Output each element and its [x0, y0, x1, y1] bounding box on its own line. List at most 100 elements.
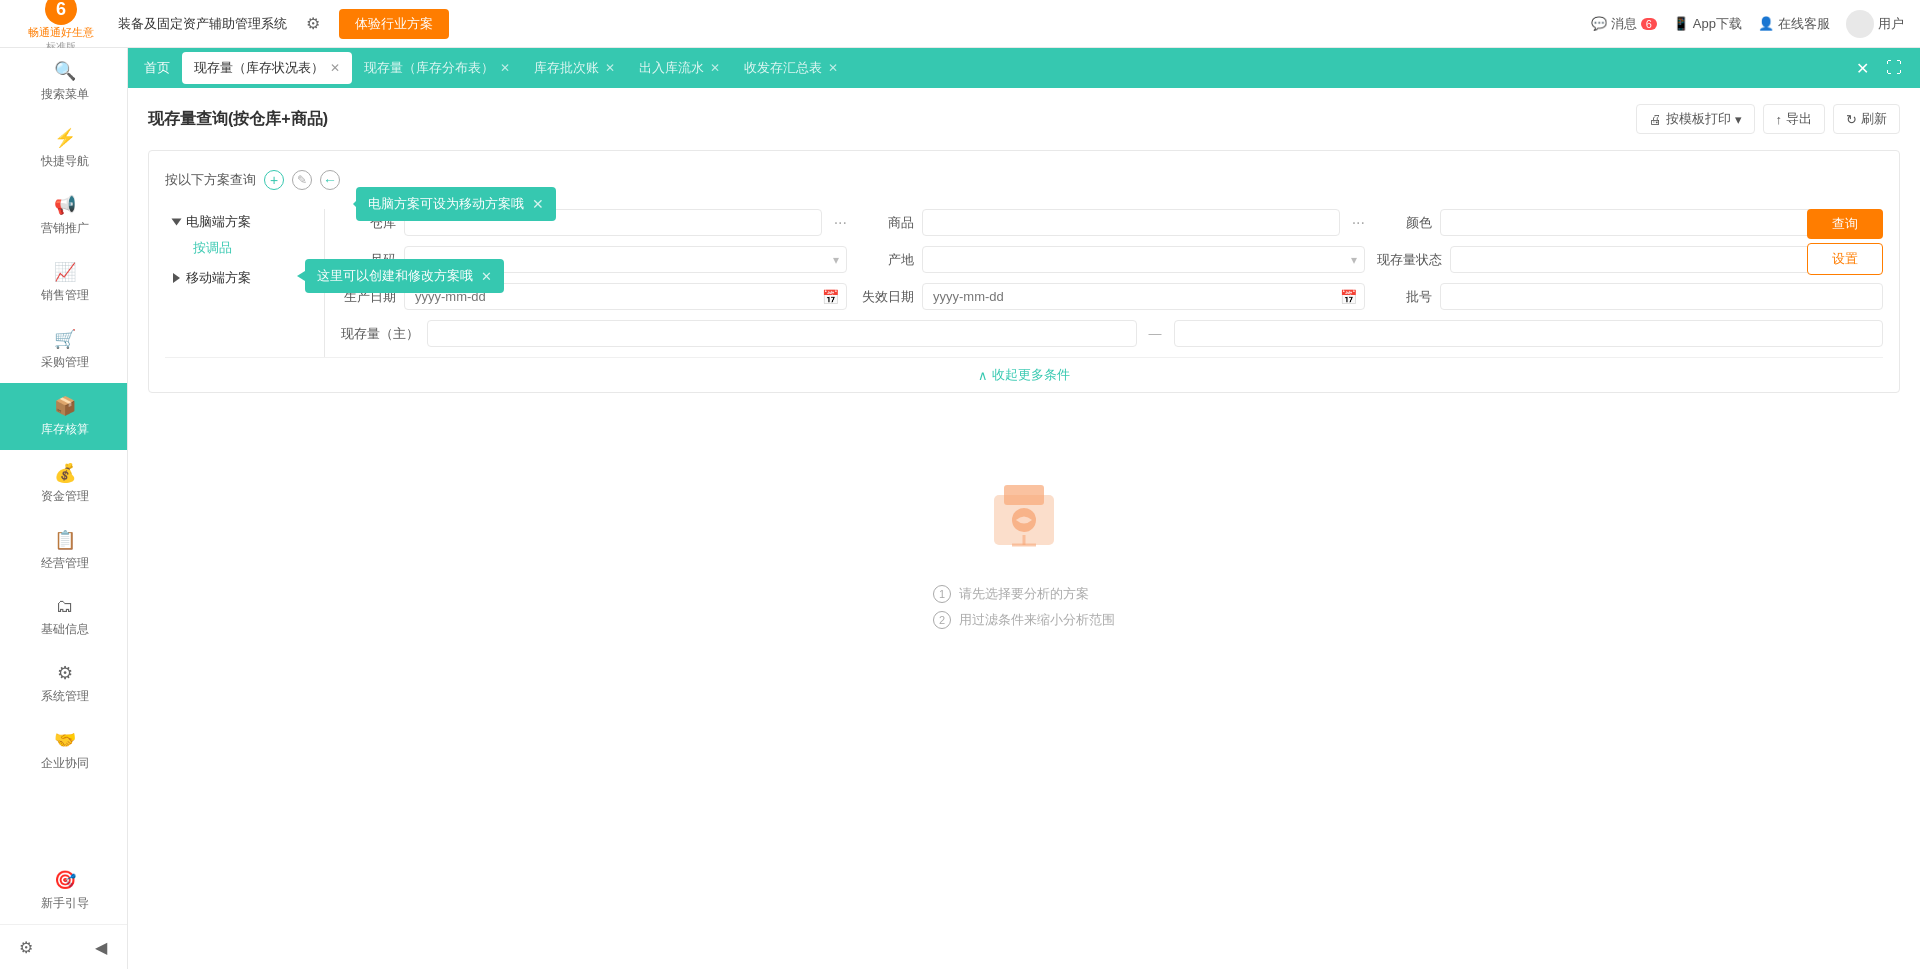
sidebar-item-search-menu[interactable]: 🔍 搜索菜单: [0, 48, 127, 115]
sidebar-label-operations: 经营管理: [41, 555, 89, 572]
reset-button[interactable]: 设置: [1807, 243, 1883, 275]
stock-qty-max-input[interactable]: [1174, 320, 1884, 347]
tab-receipt-summary[interactable]: 收发存汇总表 ✕: [732, 52, 850, 84]
search-button[interactable]: 查询: [1807, 209, 1883, 239]
scheme-popover-2-close[interactable]: ✕: [481, 269, 492, 284]
tab-batch-ledger[interactable]: 库存批次账 ✕: [522, 52, 627, 84]
logo-area: 6 畅通通好生意 标准版: [16, 0, 106, 54]
sidebar-label-sales: 销售管理: [41, 287, 89, 304]
inventory-icon: 📦: [54, 395, 76, 417]
purchase-icon: 🛒: [54, 328, 76, 350]
sidebar-item-system[interactable]: ⚙ 系统管理: [0, 650, 127, 717]
sidebar-label-base-info: 基础信息: [41, 621, 89, 638]
phone-icon: 📱: [1673, 16, 1689, 31]
filter-field-origin: 产地 ▾: [859, 246, 1365, 273]
tab-home[interactable]: 首页: [132, 52, 182, 84]
tab-batch-ledger-label: 库存批次账: [534, 59, 599, 77]
tab-stock-status-close[interactable]: ✕: [330, 61, 340, 75]
filter-add-btn[interactable]: +: [264, 170, 284, 190]
tab-stock-status[interactable]: 现存量（库存状况表） ✕: [182, 52, 352, 84]
goods-label: 商品: [859, 214, 914, 232]
message-btn[interactable]: 💬 消息 6: [1591, 15, 1657, 33]
search-menu-icon: 🔍: [54, 60, 76, 82]
sidebar: 🔍 搜索菜单 ⚡ 快捷导航 📢 营销推广 📈 销售管理 🛒 采购管理 📦: [0, 48, 128, 969]
settings-icon-btn[interactable]: ⚙: [299, 10, 327, 38]
cooperation-icon: 🤝: [54, 729, 76, 751]
sidebar-item-base-info[interactable]: 🗂 基础信息: [0, 584, 127, 650]
sidebar-label-cooperation: 企业协同: [41, 755, 89, 772]
page-title: 现存量查询(按仓库+商品): [148, 109, 328, 130]
template-print-button[interactable]: 🖨 按模板打印 ▾: [1636, 104, 1755, 134]
desktop-group-triangle: [172, 219, 182, 226]
sidebar-item-finance[interactable]: 💰 资金管理: [0, 450, 127, 517]
sidebar-item-cooperation[interactable]: 🤝 企业协同: [0, 717, 127, 784]
filter-arrow-btn[interactable]: ←: [320, 170, 340, 190]
goods-more-icon[interactable]: ···: [1352, 214, 1365, 232]
base-info-icon: 🗂: [56, 596, 74, 617]
sidebar-item-marketing[interactable]: 📢 营销推广: [0, 182, 127, 249]
scheme-popover-1-close[interactable]: ✕: [532, 196, 544, 212]
user-btn[interactable]: 用户: [1846, 10, 1904, 38]
logo-icon: 6: [45, 0, 77, 25]
goods-input[interactable]: [922, 209, 1340, 236]
tab-in-out-flow-label: 出入库流水: [639, 59, 704, 77]
filter-action-buttons: 查询 设置: [1807, 209, 1883, 275]
tab-in-out-flow-close[interactable]: ✕: [710, 61, 720, 75]
stock-qty-min-input[interactable]: [427, 320, 1137, 347]
tab-fullscreen-btn[interactable]: ⛶: [1880, 54, 1908, 82]
scheme-group-mobile-header[interactable]: 移动端方案: [165, 265, 316, 291]
tab-stock-dist[interactable]: 现存量（库存分布表） ✕: [352, 52, 522, 84]
tab-receipt-summary-close[interactable]: ✕: [828, 61, 838, 75]
tab-close-all-btn[interactable]: ✕: [1848, 54, 1876, 82]
template-print-label: 按模板打印: [1666, 110, 1731, 128]
sidebar-item-guide[interactable]: 🎯 新手引导: [0, 857, 127, 924]
operations-icon: 📋: [54, 529, 76, 551]
online-service-label: 在线客服: [1778, 15, 1830, 33]
online-service-btn[interactable]: 👤 在线客服: [1758, 15, 1830, 33]
collapse-btn[interactable]: ∧ 收起更多条件: [165, 357, 1883, 392]
origin-select[interactable]: [922, 246, 1365, 273]
sidebar-item-inventory[interactable]: 📦 库存核算: [0, 383, 127, 450]
sidebar-item-quick-nav[interactable]: ⚡ 快捷导航: [0, 115, 127, 182]
empty-state-icon: [974, 465, 1074, 565]
app-download-btn[interactable]: 📱 App下载: [1673, 15, 1742, 33]
empty-steps-list: 1 请先选择要分析的方案 2 用过滤条件来缩小分析范围: [933, 585, 1115, 637]
sidebar-collapse-btn[interactable]: ◀: [87, 933, 115, 961]
page-title-actions: 🖨 按模板打印 ▾ ↑ 导出 ↻ 刷新: [1636, 104, 1901, 134]
empty-step-2-text: 用过滤条件来缩小分析范围: [959, 611, 1115, 629]
page-content: 现存量查询(按仓库+商品) 🖨 按模板打印 ▾ ↑ 导出 ↻: [128, 88, 1920, 969]
batch-no-input[interactable]: [1440, 283, 1883, 310]
filter-row-4: 现存量（主） —: [341, 320, 1883, 347]
tab-stock-dist-label: 现存量（库存分布表）: [364, 59, 494, 77]
guide-icon: 🎯: [54, 869, 76, 891]
range-dash: —: [1149, 326, 1162, 341]
quick-nav-icon: ⚡: [54, 127, 76, 149]
filter-row-2: 尺码 ▾ 产地: [341, 246, 1883, 273]
scheme-item-by-product[interactable]: 按调品: [165, 235, 316, 261]
sidebar-settings-btn[interactable]: ⚙: [12, 933, 40, 961]
scheme-group-desktop-header[interactable]: 电脑端方案: [165, 209, 316, 235]
filter-edit-btn[interactable]: ✎: [292, 170, 312, 190]
warehouse-more-icon[interactable]: ···: [834, 214, 847, 232]
main-area: 🔍 搜索菜单 ⚡ 快捷导航 📢 营销推广 📈 销售管理 🛒 采购管理 📦: [0, 48, 1920, 969]
sidebar-item-purchase[interactable]: 🛒 采购管理: [0, 316, 127, 383]
mobile-group-triangle: [173, 273, 180, 283]
mobile-group-label: 移动端方案: [186, 269, 251, 287]
page-title-bar: 现存量查询(按仓库+商品) 🖨 按模板打印 ▾ ↑ 导出 ↻: [148, 104, 1900, 134]
expiry-date-input[interactable]: [922, 283, 1365, 310]
sidebar-label-guide: 新手引导: [41, 895, 89, 912]
tab-stock-dist-close[interactable]: ✕: [500, 61, 510, 75]
export-button[interactable]: ↑ 导出: [1763, 104, 1826, 134]
expiry-date-label: 失效日期: [859, 288, 914, 306]
refresh-button[interactable]: ↻ 刷新: [1833, 104, 1900, 134]
filter-body: 电脑端方案 按调品 移动端方案: [165, 209, 1883, 357]
tab-home-label: 首页: [144, 59, 170, 77]
logo-text: 畅通通好生意: [28, 25, 94, 40]
tab-bar-right: ✕ ⛶: [1848, 54, 1916, 82]
trial-button[interactable]: 体验行业方案: [339, 9, 449, 39]
tab-in-out-flow[interactable]: 出入库流水 ✕: [627, 52, 732, 84]
sidebar-item-sales[interactable]: 📈 销售管理: [0, 249, 127, 316]
tab-batch-ledger-close[interactable]: ✕: [605, 61, 615, 75]
tab-bar: 首页 现存量（库存状况表） ✕ 现存量（库存分布表） ✕ 库存批次账 ✕ 出入库…: [128, 48, 1920, 88]
sidebar-item-operations[interactable]: 📋 经营管理: [0, 517, 127, 584]
